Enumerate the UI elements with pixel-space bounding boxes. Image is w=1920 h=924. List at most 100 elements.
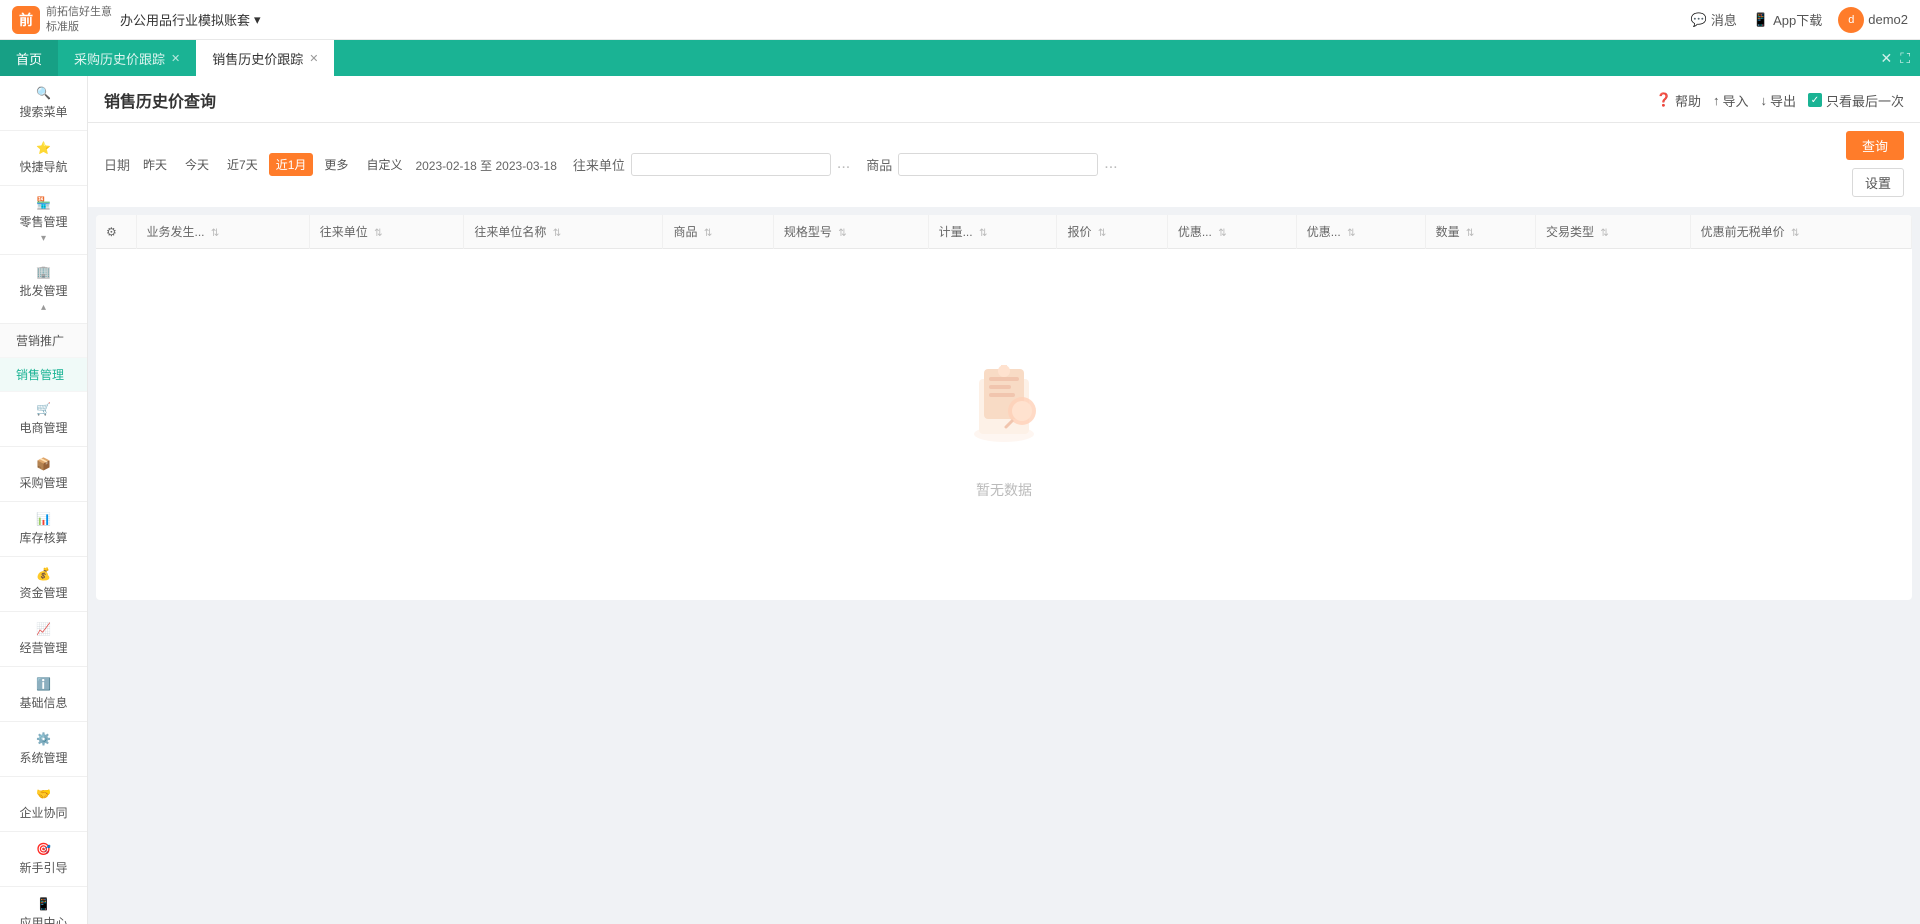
sort-icon: ⇅ [1791,228,1799,239]
operations-icon: 📈 [36,622,51,636]
sidebar-item-finance[interactable]: 💰 资金管理 [0,557,87,612]
export-button[interactable]: ↓ 导出 [1760,91,1796,110]
tab-sales-history[interactable]: 销售历史价跟踪 ✕ [196,40,334,76]
sidebar-item-sales-mgmt[interactable]: 销售管理 [0,358,87,392]
sort-icon: ⇅ [1466,228,1474,239]
table-header-discount1[interactable]: 优惠... ⇅ [1167,215,1296,249]
tab-purchase-history[interactable]: 采购历史价跟踪 ✕ [58,40,196,76]
app-selector[interactable]: 办公用品行业模拟账套 ▾ [120,10,261,29]
sidebar-item-marketing[interactable]: 营销推广 [0,324,87,358]
sidebar-item-ecommerce[interactable]: 🛒 电商管理 [0,392,87,447]
sidebar-item-system[interactable]: ⚙️ 系统管理 [0,722,87,777]
product-filter-group: 商品 ... [866,153,1117,176]
sort-icon: ⇅ [838,228,846,239]
sort-icon: ⇅ [1600,228,1608,239]
export-icon: ↓ [1760,93,1767,108]
sidebar-item-basic-info[interactable]: ℹ️ 基础信息 [0,667,87,722]
date-btn-1month[interactable]: 近1月 [269,153,314,176]
table-header-quantity[interactable]: 数量 ⇅ [1425,215,1535,249]
partner-input[interactable] [631,153,831,176]
sidebar-item-wholesale-mgmt[interactable]: 🏢 批发管理 ▴ [0,255,87,324]
tabbar: 首页 采购历史价跟踪 ✕ 销售历史价跟踪 ✕ ✕ ⛶ [0,40,1920,76]
table-header-discount2[interactable]: 优惠... ⇅ [1296,215,1425,249]
date-btn-custom[interactable]: 自定义 [359,153,409,176]
tab-home[interactable]: 首页 [0,40,58,76]
ecommerce-icon: 🛒 [36,402,51,416]
date-filter-group: 日期 昨天 今天 近7天 近1月 更多 自定义 2023-02-18 至 202… [104,153,557,176]
sort-icon: ⇅ [704,228,712,239]
sort-icon: ⇅ [553,228,561,239]
topbar: 前 前拓信好生意 标准版 办公用品行业模拟账套 ▾ 💬 消息 📱 App下载 d… [0,0,1920,40]
download-icon: 📱 [1753,12,1769,28]
sidebar-item-enterprise-collab[interactable]: 🤝 企业协同 [0,777,87,832]
table-header-partner-name[interactable]: 往来单位名称 ⇅ [464,215,663,249]
date-buttons: 昨天 今天 近7天 近1月 更多 自定义 [136,153,409,176]
page-title-row: 销售历史价查询 ❓ 帮助 ↑ 导入 ↓ 导出 ✓ [104,88,1904,112]
date-btn-today[interactable]: 今天 [178,153,216,176]
info-icon: ℹ️ [36,677,51,691]
sort-icon: ⇅ [1218,228,1226,239]
page-header: 销售历史价查询 ❓ 帮助 ↑ 导入 ↓ 导出 ✓ [88,76,1920,123]
sidebar-item-search-menu[interactable]: 🔍 搜索菜单 [0,76,87,131]
retail-icon: 🏪 [36,196,51,210]
data-table: ⚙ 业务发生... ⇅ 往来单位 ⇅ 往来单位名称 [96,215,1912,249]
help-button[interactable]: ❓ 帮助 [1656,91,1701,110]
content-area: 销售历史价查询 ❓ 帮助 ↑ 导入 ↓ 导出 ✓ [88,76,1920,924]
filter-right: 查询 设置 [1846,131,1904,197]
chat-button[interactable]: 💬 消息 [1691,10,1737,29]
product-picker-button[interactable]: ... [1104,155,1117,173]
close-all-tabs-button[interactable]: ✕ [1880,50,1892,67]
import-icon: ↑ [1713,93,1720,108]
app-download-button[interactable]: 📱 App下载 [1753,10,1822,29]
empty-illustration [954,349,1054,468]
sidebar-item-purchase-mgmt[interactable]: 📦 采购管理 [0,447,87,502]
table-header-partner-code[interactable]: 往来单位 ⇅ [309,215,464,249]
collab-icon: 🤝 [36,787,51,801]
table-header-row: ⚙ 业务发生... ⇅ 往来单位 ⇅ 往来单位名称 [96,215,1912,249]
product-input[interactable] [898,153,1098,176]
table-header-pretax-price[interactable]: 优惠前无税单价 ⇅ [1690,215,1911,249]
system-icon: ⚙️ [36,732,51,746]
table-header-settings[interactable]: ⚙ [96,215,136,249]
sort-icon: ⇅ [1098,228,1106,239]
settings-button[interactable]: 设置 [1852,168,1904,197]
table-header-biz-date[interactable]: 业务发生... ⇅ [136,215,309,249]
settings-icon: ⚙ [106,225,117,239]
sidebar-item-app-center[interactable]: 📱 应用中心 [0,887,87,924]
checkbox-icon: ✓ [1808,93,1822,107]
maximize-button[interactable]: ⛶ [1900,50,1910,67]
page-actions: ❓ 帮助 ↑ 导入 ↓ 导出 ✓ 只看最后一次 [1656,91,1904,110]
table-header-product[interactable]: 商品 ⇅ [663,215,773,249]
user-menu[interactable]: d demo2 [1838,7,1908,33]
help-icon: ❓ [1656,92,1672,108]
date-btn-7days[interactable]: 近7天 [220,153,265,176]
table-header-unit[interactable]: 计量... ⇅ [928,215,1057,249]
topbar-right: 💬 消息 📱 App下载 d demo2 [1691,7,1908,33]
tab-sales-history-close[interactable]: ✕ [309,52,318,65]
sidebar-item-retail-mgmt[interactable]: 🏪 零售管理 ▾ [0,186,87,255]
tab-purchase-history-close[interactable]: ✕ [171,52,180,65]
search-button[interactable]: 查询 [1846,131,1904,160]
sidebar-item-operations[interactable]: 📈 经营管理 [0,612,87,667]
topbar-left: 前 前拓信好生意 标准版 办公用品行业模拟账套 ▾ [12,5,261,34]
guide-icon: 🎯 [36,842,51,856]
sort-icon: ⇅ [979,228,987,239]
table-header-trade-type[interactable]: 交易类型 ⇅ [1535,215,1690,249]
table-header-spec[interactable]: 规格型号 ⇅ [773,215,928,249]
sidebar-item-new-guide[interactable]: 🎯 新手引导 [0,832,87,887]
sort-icon: ⇅ [211,228,219,239]
sort-icon: ⇅ [1347,228,1355,239]
page-title: 销售历史价查询 [104,88,216,112]
table-header-price[interactable]: 报价 ⇅ [1057,215,1167,249]
only-last-checkbox[interactable]: ✓ 只看最后一次 [1808,91,1904,110]
empty-text: 暂无数据 [976,480,1032,500]
date-btn-yesterday[interactable]: 昨天 [136,153,174,176]
sidebar-item-quick-nav[interactable]: ⭐ 快捷导航 [0,131,87,186]
date-btn-more[interactable]: 更多 [317,153,355,176]
import-button[interactable]: ↑ 导入 [1713,91,1749,110]
chevron-down-icon: ▾ [254,12,261,28]
inventory-icon: 📊 [36,512,51,526]
chat-icon: 💬 [1691,12,1707,28]
sidebar-item-inventory[interactable]: 📊 库存核算 [0,502,87,557]
partner-picker-button[interactable]: ... [837,155,850,173]
